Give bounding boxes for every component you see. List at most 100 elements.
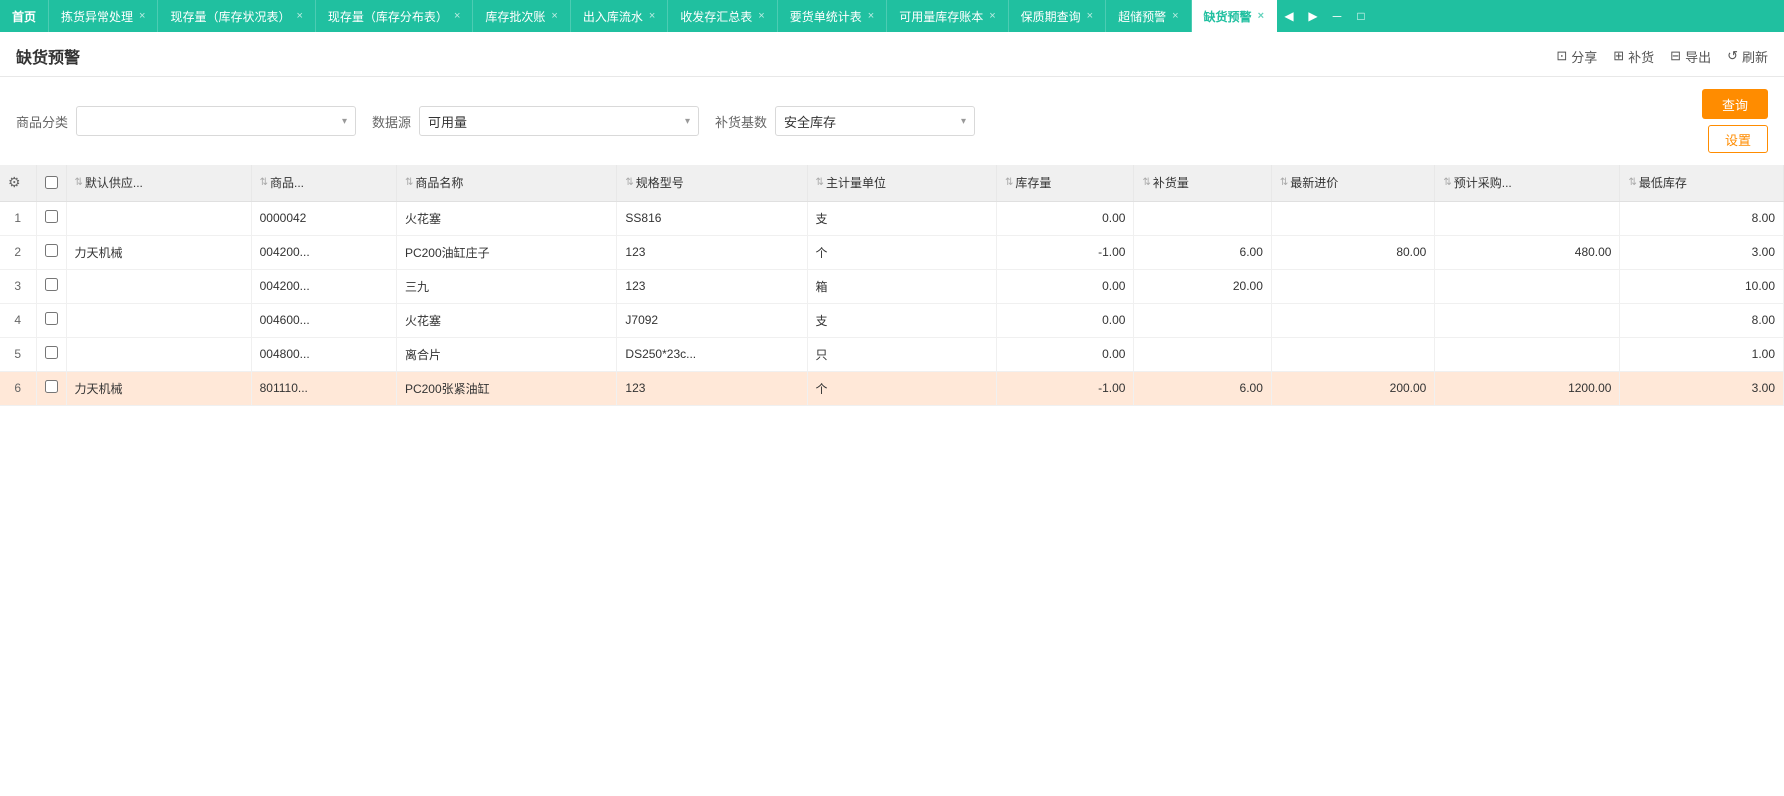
row-num: 5 (0, 337, 36, 371)
sort-icon: ⇅ (816, 177, 824, 188)
stock-cell: 0.00 (997, 337, 1134, 371)
column-gear: ⚙ (0, 165, 36, 201)
close-icon[interactable]: × (649, 10, 655, 22)
table-header-row: ⚙ ⇅ 默认供应... (0, 165, 1784, 201)
sort-icon: ⇅ (405, 177, 413, 188)
tab-batch[interactable]: 库存批次账 × (473, 0, 570, 32)
latest-price-cell (1271, 303, 1434, 337)
est-purchase-cell (1435, 337, 1620, 371)
settings-gear-icon[interactable]: ⚙ (8, 174, 21, 191)
refresh-button[interactable]: ↺ 刷新 (1727, 47, 1768, 66)
row-checkbox-cell (36, 303, 66, 337)
row-checkbox[interactable] (45, 312, 58, 325)
category-arrow-icon: ▾ (342, 116, 347, 127)
row-checkbox[interactable] (45, 210, 58, 223)
product-name-cell: PC200油缸庄子 (396, 235, 616, 269)
min-stock-cell: 8.00 (1620, 201, 1784, 235)
replenish-select[interactable]: 安全库存 ▾ (775, 106, 975, 136)
tab-home[interactable]: 首页 (0, 0, 49, 32)
row-checkbox[interactable] (45, 346, 58, 359)
row-checkbox-cell (36, 337, 66, 371)
close-icon[interactable]: × (139, 10, 145, 22)
row-checkbox-cell (36, 269, 66, 303)
product-code-cell: 0000042 (251, 201, 396, 235)
share-button[interactable]: ⊡ 分享 (1556, 47, 1597, 66)
latest-price-cell (1271, 269, 1434, 303)
tab-maximize-button[interactable]: □ (1349, 0, 1373, 32)
tab-stock-status[interactable]: 现存量（库存状况表） × (158, 0, 315, 32)
row-checkbox[interactable] (45, 278, 58, 291)
tab-abnormal[interactable]: 拣货异常处理 × (49, 0, 158, 32)
supplier-cell (66, 269, 251, 303)
select-all-checkbox[interactable] (45, 176, 58, 189)
share-icon: ⊡ (1556, 48, 1567, 64)
tab-shortage[interactable]: 缺货预警 × (1192, 0, 1277, 32)
datasource-select[interactable]: 可用量 ▾ (419, 106, 699, 136)
close-icon[interactable]: × (1087, 10, 1093, 22)
product-name-cell: 火花塞 (396, 303, 616, 337)
table-row: 1 0000042 火花塞 SS816 支 0.00 8.00 (0, 201, 1784, 235)
close-icon[interactable]: × (454, 10, 460, 22)
close-icon[interactable]: × (1172, 10, 1178, 22)
row-checkbox[interactable] (45, 380, 58, 393)
category-select[interactable]: ▾ (76, 106, 356, 136)
tab-inout[interactable]: 出入库流水 × (571, 0, 668, 32)
table-row: 6 力天机械 801110... PC200张紧油缸 123 个 -1.00 6… (0, 371, 1784, 405)
close-icon[interactable]: × (296, 10, 302, 22)
spec-cell: DS250*23c... (617, 337, 807, 371)
refresh-icon: ↺ (1727, 48, 1738, 64)
row-checkbox[interactable] (45, 244, 58, 257)
tab-collect[interactable]: 收发存汇总表 × (668, 0, 777, 32)
settings-button[interactable]: 设置 (1708, 125, 1768, 153)
supplier-cell: 力天机械 (66, 371, 251, 405)
data-table: ⚙ ⇅ 默认供应... (0, 165, 1784, 406)
close-icon[interactable]: × (758, 10, 764, 22)
tab-expiry[interactable]: 保质期查询 × (1009, 0, 1106, 32)
product-code-cell: 801110... (251, 371, 396, 405)
replenish-button[interactable]: ⊞ 补货 (1613, 47, 1654, 66)
min-stock-cell: 3.00 (1620, 371, 1784, 405)
column-latest-price: ⇅ 最新进价 (1271, 165, 1434, 201)
tab-minimize-button[interactable]: － (1325, 0, 1349, 32)
tab-order-stat[interactable]: 要货单统计表 × (778, 0, 887, 32)
row-num: 4 (0, 303, 36, 337)
replenish-filter-group: 补货基数 安全库存 ▾ (715, 106, 975, 136)
product-code-cell: 004200... (251, 269, 396, 303)
tab-next-button[interactable]: ▶ (1301, 0, 1325, 32)
row-num: 2 (0, 235, 36, 269)
latest-price-cell: 200.00 (1271, 371, 1434, 405)
spec-cell: 123 (617, 371, 807, 405)
est-purchase-cell (1435, 201, 1620, 235)
replenish-arrow-icon: ▾ (961, 116, 966, 127)
replenish-value: 安全库存 (784, 112, 836, 131)
close-icon[interactable]: × (551, 10, 557, 22)
close-icon[interactable]: × (1258, 10, 1264, 22)
tab-stock-dist[interactable]: 现存量（库存分布表） × (316, 0, 473, 32)
stock-cell: 0.00 (997, 201, 1134, 235)
min-stock-cell: 3.00 (1620, 235, 1784, 269)
close-icon[interactable]: × (868, 10, 874, 22)
sort-icon: ⇅ (75, 177, 83, 188)
sort-icon: ⇅ (1142, 177, 1150, 188)
tab-available[interactable]: 可用量库存账本 × (887, 0, 1008, 32)
tab-overstock[interactable]: 超储预警 × (1106, 0, 1191, 32)
stock-cell: -1.00 (997, 235, 1134, 269)
product-code-cell: 004600... (251, 303, 396, 337)
product-name-cell: 离合片 (396, 337, 616, 371)
unit-cell: 支 (807, 303, 996, 337)
close-icon[interactable]: × (989, 10, 995, 22)
supplier-cell (66, 303, 251, 337)
column-replenish: ⇅ 补货量 (1134, 165, 1271, 201)
query-button[interactable]: 查询 (1702, 89, 1768, 119)
sort-icon: ⇅ (1280, 177, 1288, 188)
row-num: 1 (0, 201, 36, 235)
tab-prev-button[interactable]: ◀ (1277, 0, 1301, 32)
table-row: 2 力天机械 004200... PC200油缸庄子 123 个 -1.00 6… (0, 235, 1784, 269)
sort-icon: ⇅ (1005, 177, 1013, 188)
stock-cell: 0.00 (997, 303, 1134, 337)
column-stock: ⇅ 库存量 (997, 165, 1134, 201)
category-filter-group: 商品分类 ▾ (16, 106, 356, 136)
export-button[interactable]: ⊟ 导出 (1670, 47, 1711, 66)
spec-cell: SS816 (617, 201, 807, 235)
datasource-value: 可用量 (428, 112, 467, 131)
